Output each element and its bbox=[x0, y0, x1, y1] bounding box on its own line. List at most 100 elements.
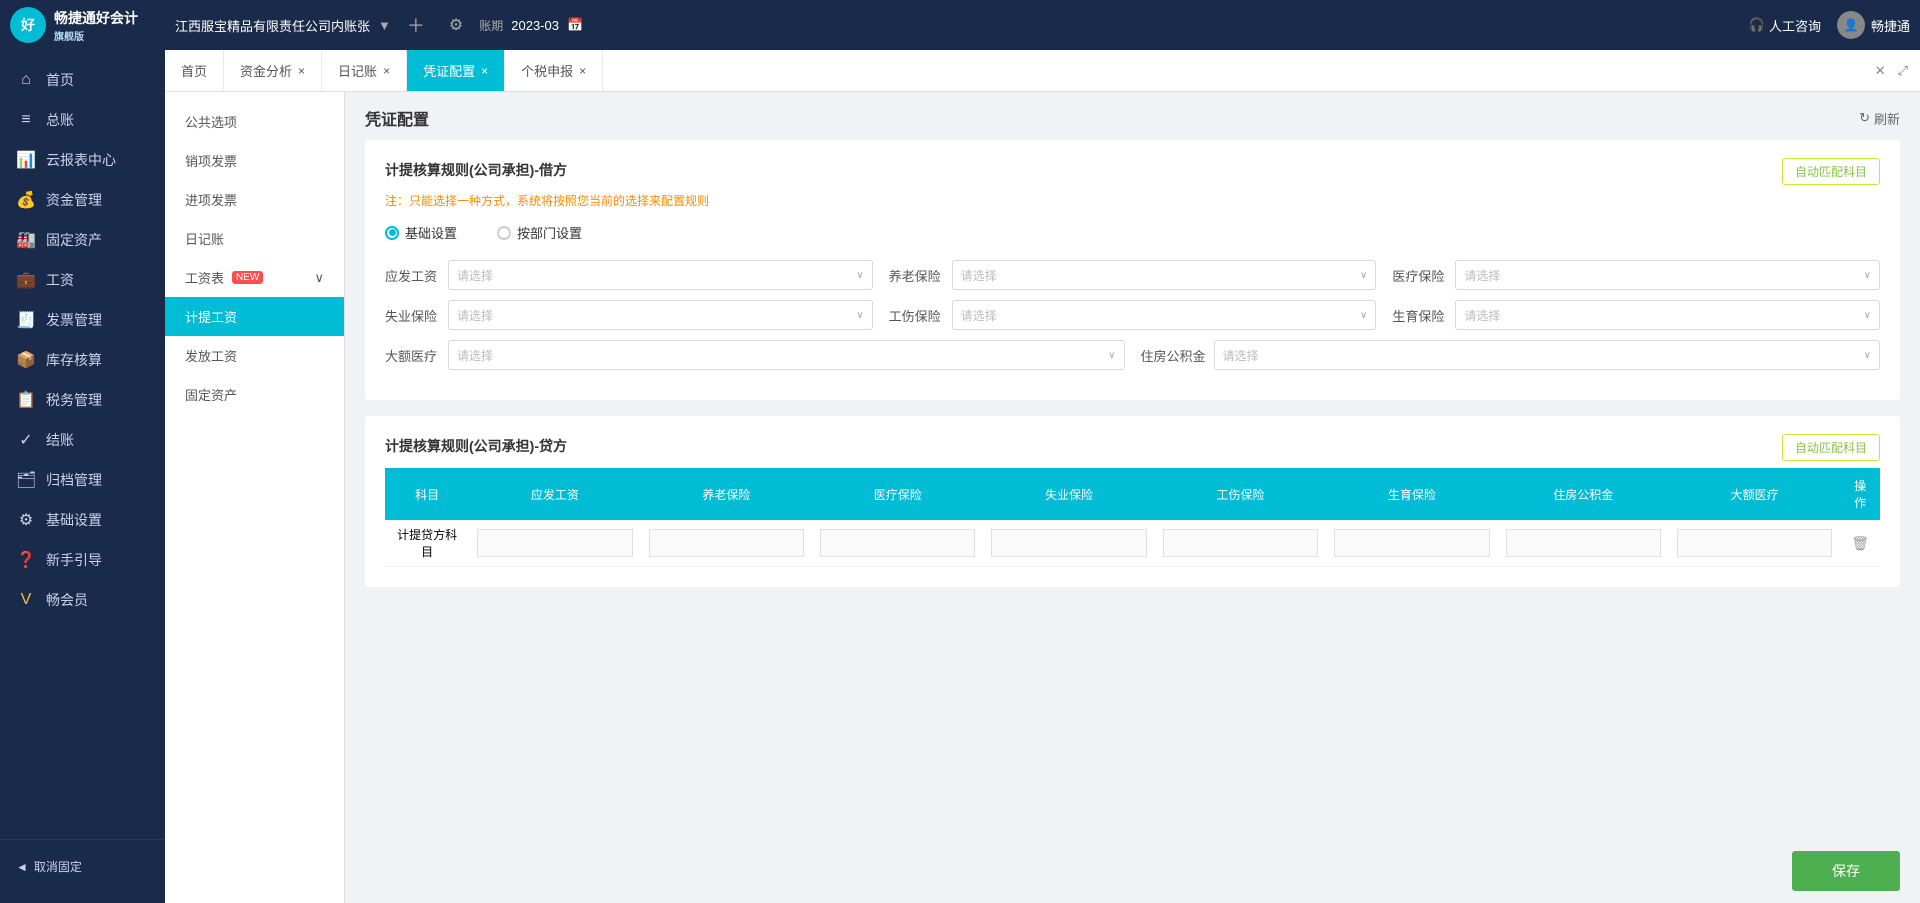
pension-placeholder: 请选择 bbox=[961, 267, 997, 284]
ledger-icon: ≡ bbox=[16, 111, 36, 129]
left-arrow-icon: ◄ bbox=[16, 860, 28, 874]
sidebar-item-home[interactable]: ⌂ 首页 bbox=[0, 60, 165, 100]
pension-select[interactable]: 请选择 ∨ bbox=[952, 260, 1377, 290]
medical-select[interactable]: 请选择 ∨ bbox=[1455, 260, 1880, 290]
service-label: 人工咨询 bbox=[1769, 16, 1821, 35]
sidebar-item-invoice[interactable]: 🧾 发票管理 bbox=[0, 300, 165, 340]
left-nav-fixed-assets[interactable]: 固定资产 bbox=[165, 375, 344, 414]
user-info[interactable]: 👤 畅捷通 bbox=[1837, 11, 1910, 39]
calendar-icon[interactable]: 📅 bbox=[567, 17, 583, 33]
row-injury-input[interactable] bbox=[1163, 529, 1318, 557]
settings-icon[interactable]: ⚙ bbox=[449, 15, 463, 35]
col-action: 操作 bbox=[1840, 468, 1880, 520]
left-nav-purchase[interactable]: 进项发票 bbox=[165, 180, 344, 219]
sidebar-item-guide[interactable]: ❓ 新手引导 bbox=[0, 540, 165, 580]
tab-voucher-close[interactable]: × bbox=[481, 64, 488, 78]
tab-journal-close[interactable]: × bbox=[383, 64, 390, 78]
tab-voucher-label: 凭证配置 bbox=[423, 61, 475, 80]
sidebar-label-vip: 畅会员 bbox=[46, 590, 88, 610]
form-item-major-medical: 大额医疗 请选择 ∨ bbox=[385, 340, 1125, 370]
delete-row-icon[interactable]: 🗑 bbox=[1851, 535, 1869, 551]
sidebar-label-home: 首页 bbox=[46, 70, 74, 90]
pension-arrow-icon: ∨ bbox=[1360, 270, 1367, 281]
row-action-cell: 🗑 bbox=[1840, 520, 1880, 567]
injury-arrow-icon: ∨ bbox=[1360, 310, 1367, 321]
left-nav: 公共选项 销项发票 进项发票 日记账 工资表 NEW ∨ bbox=[165, 92, 345, 903]
left-nav-dispatch[interactable]: 发放工资 bbox=[165, 336, 344, 375]
left-nav-accrual[interactable]: 计提工资 bbox=[165, 297, 344, 336]
tab-tax[interactable]: 个税申报 × bbox=[505, 50, 603, 91]
salary-label: 应发工资 bbox=[385, 266, 440, 285]
closing-icon: ✓ bbox=[16, 430, 36, 450]
radio-dept[interactable]: 按部门设置 bbox=[497, 223, 582, 242]
service-button[interactable]: 🎧 人工咨询 bbox=[1749, 16, 1821, 35]
tab-journal[interactable]: 日记账 × bbox=[322, 50, 407, 91]
window-controls: ✕ ⤢ bbox=[1863, 50, 1920, 91]
form-item-medical: 医疗保险 请选择 ∨ bbox=[1392, 260, 1880, 290]
left-nav-payroll-table[interactable]: 工资表 NEW ∨ bbox=[165, 258, 344, 297]
maternity-select[interactable]: 请选择 ∨ bbox=[1455, 300, 1880, 330]
debit-section-title: 计提核算规则(公司承担)-借方 bbox=[385, 160, 1880, 180]
sidebar-item-reports[interactable]: 📊 云报表中心 bbox=[0, 140, 165, 180]
injury-select[interactable]: 请选择 ∨ bbox=[952, 300, 1377, 330]
row-pension-input[interactable] bbox=[649, 529, 804, 557]
credit-auto-match-button[interactable]: 自动匹配科目 bbox=[1782, 434, 1880, 461]
logo-main: 畅捷通好会计 bbox=[54, 8, 138, 28]
company-dropdown-icon[interactable]: ▼ bbox=[378, 18, 391, 33]
major-medical-label: 大额医疗 bbox=[385, 346, 440, 365]
major-medical-select[interactable]: 请选择 ∨ bbox=[448, 340, 1125, 370]
sidebar-label-guide: 新手引导 bbox=[46, 550, 102, 570]
housing-select[interactable]: 请选择 ∨ bbox=[1214, 340, 1880, 370]
sidebar-label-funds: 资金管理 bbox=[46, 190, 102, 210]
left-nav-sales[interactable]: 销项发票 bbox=[165, 141, 344, 180]
left-nav-accrual-label: 计提工资 bbox=[185, 310, 237, 325]
row-pension-cell bbox=[641, 520, 812, 567]
col-unemployment: 失业保险 bbox=[983, 468, 1154, 520]
sidebar-item-payroll[interactable]: 💼 工资 bbox=[0, 260, 165, 300]
tab-tax-close[interactable]: × bbox=[579, 64, 586, 78]
left-nav-journal[interactable]: 日记账 bbox=[165, 219, 344, 258]
sidebar-item-funds[interactable]: 💰 资金管理 bbox=[0, 180, 165, 220]
page-content: 公共选项 销项发票 进项发票 日记账 工资表 NEW ∨ bbox=[165, 92, 1920, 903]
sidebar-item-settings[interactable]: ⚙ 基础设置 bbox=[0, 500, 165, 540]
close-window-icon[interactable]: ✕ bbox=[1875, 63, 1886, 79]
left-nav-dispatch-label: 发放工资 bbox=[185, 349, 237, 364]
sidebar-item-archive[interactable]: 🗂 归档管理 bbox=[0, 460, 165, 500]
salary-select[interactable]: 请选择 ∨ bbox=[448, 260, 873, 290]
row-housing-input[interactable] bbox=[1506, 529, 1661, 557]
housing-placeholder: 请选择 bbox=[1223, 347, 1259, 364]
unemployment-select[interactable]: 请选择 ∨ bbox=[448, 300, 873, 330]
debit-auto-match-button[interactable]: 自动匹配科目 bbox=[1782, 158, 1880, 185]
debit-form-row2: 失业保险 请选择 ∨ 工伤保险 请选择 ∨ bbox=[385, 300, 1880, 330]
sidebar-item-assets[interactable]: 🏭 固定资产 bbox=[0, 220, 165, 260]
refresh-button[interactable]: ↻ 刷新 bbox=[1859, 109, 1900, 128]
tab-voucher[interactable]: 凭证配置 × bbox=[407, 50, 505, 91]
left-nav-public[interactable]: 公共选项 bbox=[165, 102, 344, 141]
headset-icon: 🎧 bbox=[1749, 17, 1765, 33]
row-medical-input[interactable] bbox=[820, 529, 975, 557]
radio-basic[interactable]: 基础设置 bbox=[385, 223, 457, 242]
maximize-icon[interactable]: ⤢ bbox=[1898, 63, 1908, 79]
row-major-medical-input[interactable] bbox=[1677, 529, 1832, 557]
tab-tax-label: 个税申报 bbox=[521, 61, 573, 80]
sidebar-item-ledger[interactable]: ≡ 总账 bbox=[0, 100, 165, 140]
form-item-maternity: 生育保险 请选择 ∨ bbox=[1392, 300, 1880, 330]
sidebar-item-vip[interactable]: V 畅会员 bbox=[0, 580, 165, 620]
add-icon[interactable]: ＋ bbox=[407, 12, 425, 38]
sidebar-item-closing[interactable]: ✓ 结账 bbox=[0, 420, 165, 460]
tab-funds-label: 资金分析 bbox=[240, 61, 292, 80]
tab-funds-close[interactable]: × bbox=[298, 64, 305, 78]
sidebar-item-tax[interactable]: 📋 税务管理 bbox=[0, 380, 165, 420]
sidebar-item-inventory[interactable]: 📦 库存核算 bbox=[0, 340, 165, 380]
radio-dept-label: 按部门设置 bbox=[517, 223, 582, 242]
cancel-fixed-button[interactable]: ◄ 取消固定 bbox=[0, 850, 165, 883]
row-maternity-input[interactable] bbox=[1334, 529, 1489, 557]
row-salary-input[interactable] bbox=[477, 529, 632, 557]
save-button[interactable]: 保存 bbox=[1792, 851, 1900, 891]
tab-home[interactable]: 首页 bbox=[165, 50, 224, 91]
tab-funds[interactable]: 资金分析 × bbox=[224, 50, 322, 91]
row-medical-cell bbox=[812, 520, 983, 567]
row-unemployment-cell bbox=[983, 520, 1154, 567]
left-nav-journal-label: 日记账 bbox=[185, 232, 224, 247]
row-unemployment-input[interactable] bbox=[991, 529, 1146, 557]
